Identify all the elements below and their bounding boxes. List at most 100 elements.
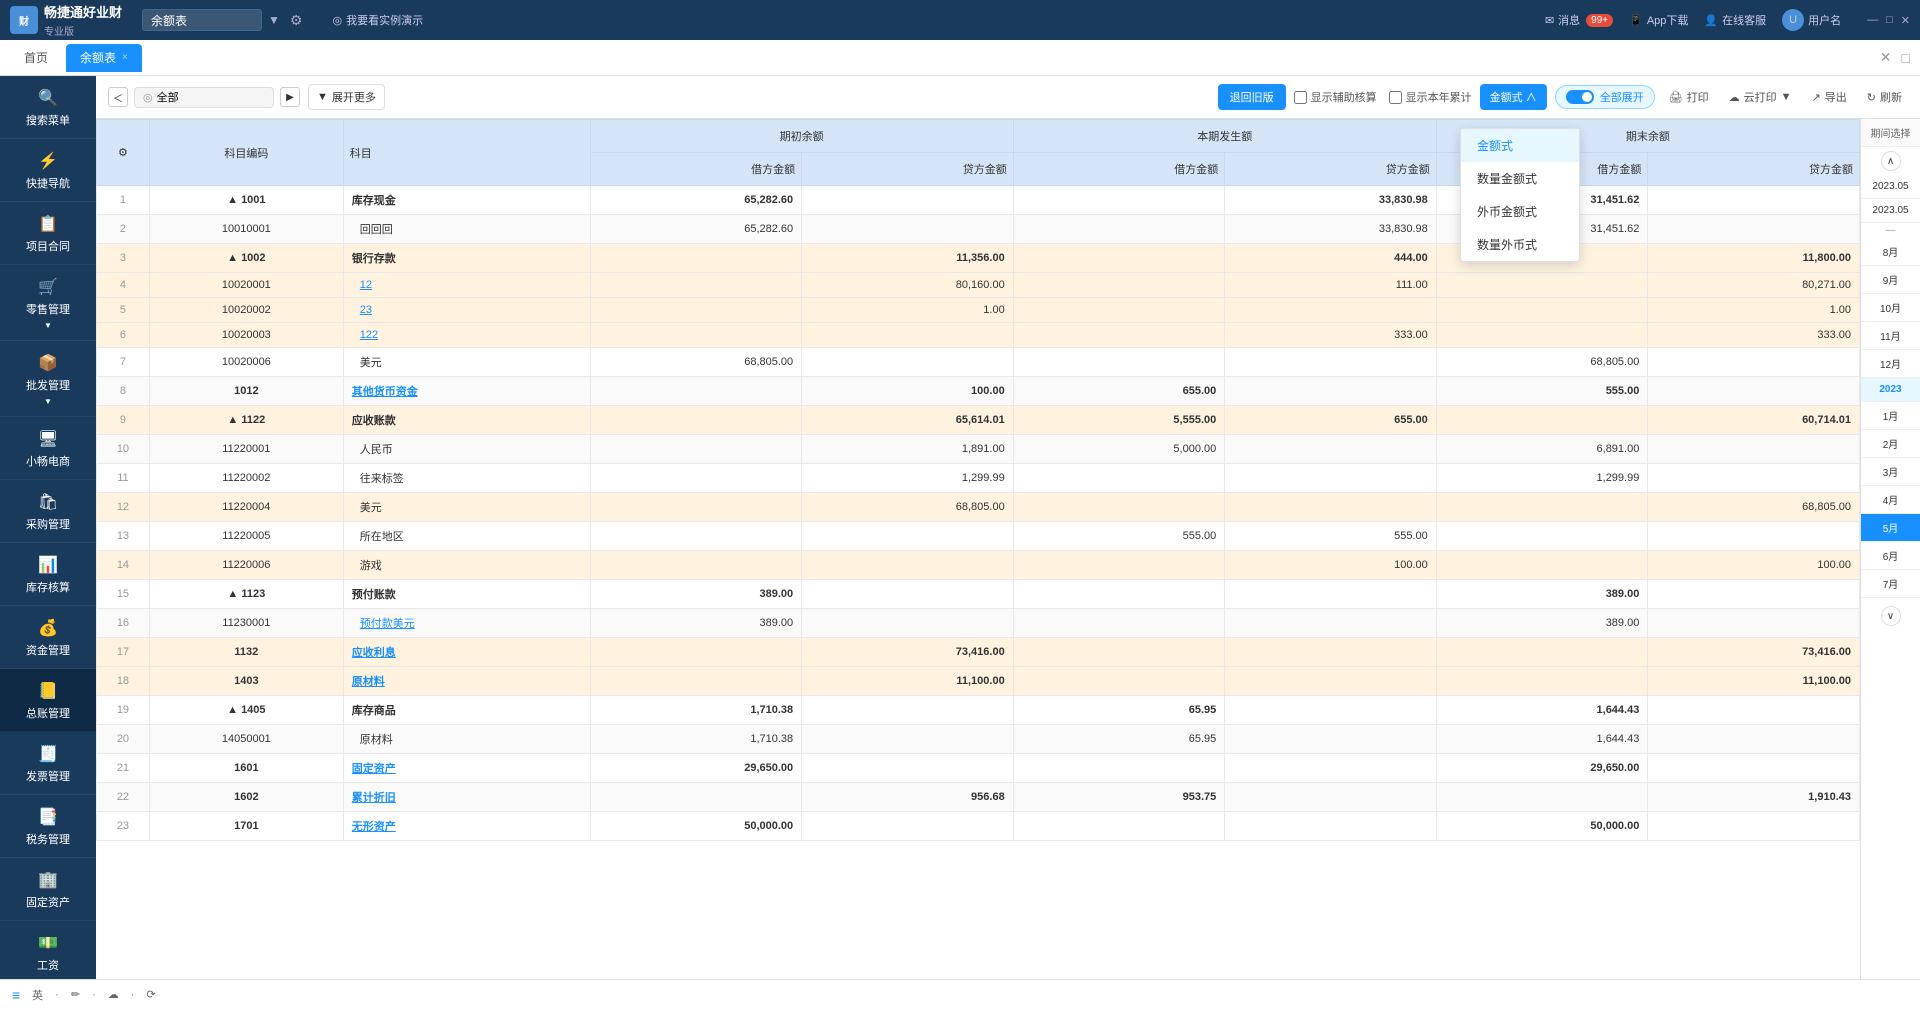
table-row-ob_cr-11: 68,805.00 <box>802 493 1014 522</box>
table-row-subject-17[interactable]: 原材料 <box>343 667 590 696</box>
close-btn[interactable]: ✕ <box>1901 14 1910 27</box>
message-label: 消息 <box>1558 12 1580 28</box>
period-down-btn[interactable]: ∨ <box>1881 606 1901 626</box>
demo-link[interactable]: ◎ 我要看实例演示 <box>332 12 423 28</box>
title-input[interactable] <box>142 9 262 31</box>
period-divider: — <box>1861 223 1920 238</box>
col-subject-header: 科目 <box>343 120 590 186</box>
export-btn[interactable]: ↗ 导出 <box>1806 85 1853 109</box>
table-row-no-14: 15 <box>97 580 150 609</box>
table-row-subject-4[interactable]: 23 <box>343 298 590 323</box>
panel-close-btn[interactable]: ✕ <box>1880 49 1892 66</box>
panel-toggle-btn[interactable]: □ <box>1902 50 1910 66</box>
tab-home[interactable]: 首页 <box>10 44 62 72</box>
period-jan[interactable]: 1月 <box>1861 402 1920 430</box>
table-row-cb_cr-6 <box>1648 348 1860 377</box>
sidebar-item-quicknav[interactable]: ⚡ 快捷导航 <box>0 139 96 202</box>
dropdown-arrow-icon[interactable]: ▼ <box>268 13 280 27</box>
maximize-btn[interactable]: □ <box>1886 14 1893 27</box>
table-row-pd_cr-21 <box>1225 783 1437 812</box>
print-btn[interactable]: 🖨 打印 <box>1663 85 1715 109</box>
table-row-pd_dr-18: 65.95 <box>1013 696 1225 725</box>
sidebar-item-inventory[interactable]: 📊 库存核算 <box>0 543 96 606</box>
sidebar-item-wholesale[interactable]: 📦 批发管理 ▼ <box>0 341 96 417</box>
search-input[interactable] <box>157 91 237 103</box>
nav-back-btn[interactable]: ＜ <box>108 87 128 107</box>
period-nov[interactable]: 11月 <box>1861 322 1920 350</box>
period-2023-05-to[interactable]: 2023.05 <box>1861 199 1920 223</box>
period-apr[interactable]: 4月 <box>1861 486 1920 514</box>
table-row-subject-14: 预付账款 <box>343 580 590 609</box>
table-row-subject-7[interactable]: 其他货币资金 <box>343 377 590 406</box>
assistant-check[interactable] <box>1294 91 1307 104</box>
dropdown-item-amount[interactable]: 金额式 <box>1461 129 1579 162</box>
ytd-check[interactable] <box>1389 91 1402 104</box>
online-service-btn[interactable]: 👤 在线客服 <box>1704 12 1766 28</box>
tab-balance[interactable]: 余额表 × <box>66 44 142 72</box>
sidebar-item-ledger[interactable]: 📒 总账管理 <box>0 669 96 732</box>
return-old-version-btn[interactable]: 退回旧版 <box>1218 84 1286 110</box>
sidebar-item-retail[interactable]: 🛒 零售管理 ▼ <box>0 265 96 341</box>
period-jul[interactable]: 7月 <box>1861 570 1920 598</box>
table-row-ob_cr-9: 1,891.00 <box>802 435 1014 464</box>
period-sep[interactable]: 9月 <box>1861 266 1920 294</box>
refresh-btn[interactable]: ↻ 刷新 <box>1861 85 1908 109</box>
status-bar: ≡ 英 · ✏ · ☁ · ⟳ <box>0 979 1920 1009</box>
sidebar-item-invoice[interactable]: 🧾 发票管理 <box>0 732 96 795</box>
table-row-subject-21[interactable]: 累计折旧 <box>343 783 590 812</box>
sidebar-item-purchase[interactable]: 🛍 采购管理 <box>0 480 96 543</box>
table-row-code-19: 14050001 <box>149 725 343 754</box>
dropdown-item-qty-currency[interactable]: 数量外币式 <box>1461 228 1579 261</box>
col-settings-header[interactable]: ⚙ <box>97 120 150 186</box>
table-row-subject-22[interactable]: 无形资产 <box>343 812 590 841</box>
table-row-subject-15[interactable]: 预付款美元 <box>343 609 590 638</box>
table-row-subject-5[interactable]: 122 <box>343 323 590 348</box>
show-assistant-checkbox[interactable]: 显示辅助核算 <box>1294 89 1377 105</box>
dropdown-item-currency-amount[interactable]: 外币金额式 <box>1461 195 1579 228</box>
period-dec[interactable]: 12月 <box>1861 350 1920 378</box>
period-jun[interactable]: 6月 <box>1861 542 1920 570</box>
table-container[interactable]: ⚙ 科目编码 科目 期初余额 本期发生额 期末余额 借方金额 贷方金额 借方金额… <box>96 119 1860 979</box>
tab-close-icon[interactable]: × <box>122 52 128 63</box>
period-oct[interactable]: 10月 <box>1861 294 1920 322</box>
table-row-subject-3[interactable]: 12 <box>343 273 590 298</box>
table-row-no-8: 9 <box>97 406 150 435</box>
sidebar-item-assets[interactable]: 🏢 固定资产 <box>0 858 96 921</box>
period-up-btn[interactable]: ∧ <box>1881 151 1901 171</box>
settings-icon[interactable]: ⚙ <box>290 12 303 29</box>
sidebar-item-tax-label: 税务管理 <box>26 831 70 847</box>
table-row-cb_cr-14 <box>1648 580 1860 609</box>
table-row-subject-20[interactable]: 固定资产 <box>343 754 590 783</box>
table-row-subject-16[interactable]: 应收利息 <box>343 638 590 667</box>
show-ytd-checkbox[interactable]: 显示本年累计 <box>1389 89 1472 105</box>
format-dropdown-btn[interactable]: 金额式 ∧ <box>1480 84 1547 110</box>
period-2023-05-from[interactable]: 2023.05 <box>1861 175 1920 199</box>
user-area[interactable]: U 用户名 <box>1782 9 1841 31</box>
expand-all-toggle[interactable]: 全部展开 <box>1555 85 1655 109</box>
period-may-active[interactable]: 5月 <box>1861 514 1920 542</box>
period-aug[interactable]: 8月 <box>1861 238 1920 266</box>
cloud-print-btn[interactable]: ☁ 云打印 ▼ <box>1723 85 1798 109</box>
sidebar-item-capital[interactable]: 💰 资金管理 <box>0 606 96 669</box>
period-mar[interactable]: 3月 <box>1861 458 1920 486</box>
table-row-subject-10: 往来标签 <box>343 464 590 493</box>
period-nav-up[interactable]: ∧ <box>1861 147 1920 175</box>
sidebar-item-wholesale-label: 批发管理 <box>26 377 70 393</box>
period-feb[interactable]: 2月 <box>1861 430 1920 458</box>
status-lang[interactable]: 英 <box>32 987 43 1003</box>
dropdown-item-qty-amount[interactable]: 数量金额式 <box>1461 162 1579 195</box>
table-row-ob_cr-22 <box>802 812 1014 841</box>
message-btn[interactable]: ✉ 消息 99+ <box>1545 12 1613 28</box>
app-download-btn[interactable]: 📱 App下载 <box>1629 12 1688 28</box>
sidebar-item-project[interactable]: 📋 项目合同 <box>0 202 96 265</box>
wholesale-expand-icon: ▼ <box>44 397 52 406</box>
table-row-no-7: 8 <box>97 377 150 406</box>
sidebar-item-ecommerce[interactable]: 🖥 小畅电商 <box>0 417 96 480</box>
sidebar-item-search[interactable]: 🔍 搜索菜单 <box>0 76 96 139</box>
nav-forward-btn[interactable]: ▶ <box>280 87 300 107</box>
sidebar-item-tax[interactable]: 📑 税务管理 <box>0 795 96 858</box>
expand-more-btn[interactable]: ▼ 展开更多 <box>308 84 385 110</box>
minimize-btn[interactable]: — <box>1867 14 1878 27</box>
expand-all-label: 全部展开 <box>1600 89 1644 105</box>
sidebar-item-salary[interactable]: 💵 工资 <box>0 921 96 979</box>
